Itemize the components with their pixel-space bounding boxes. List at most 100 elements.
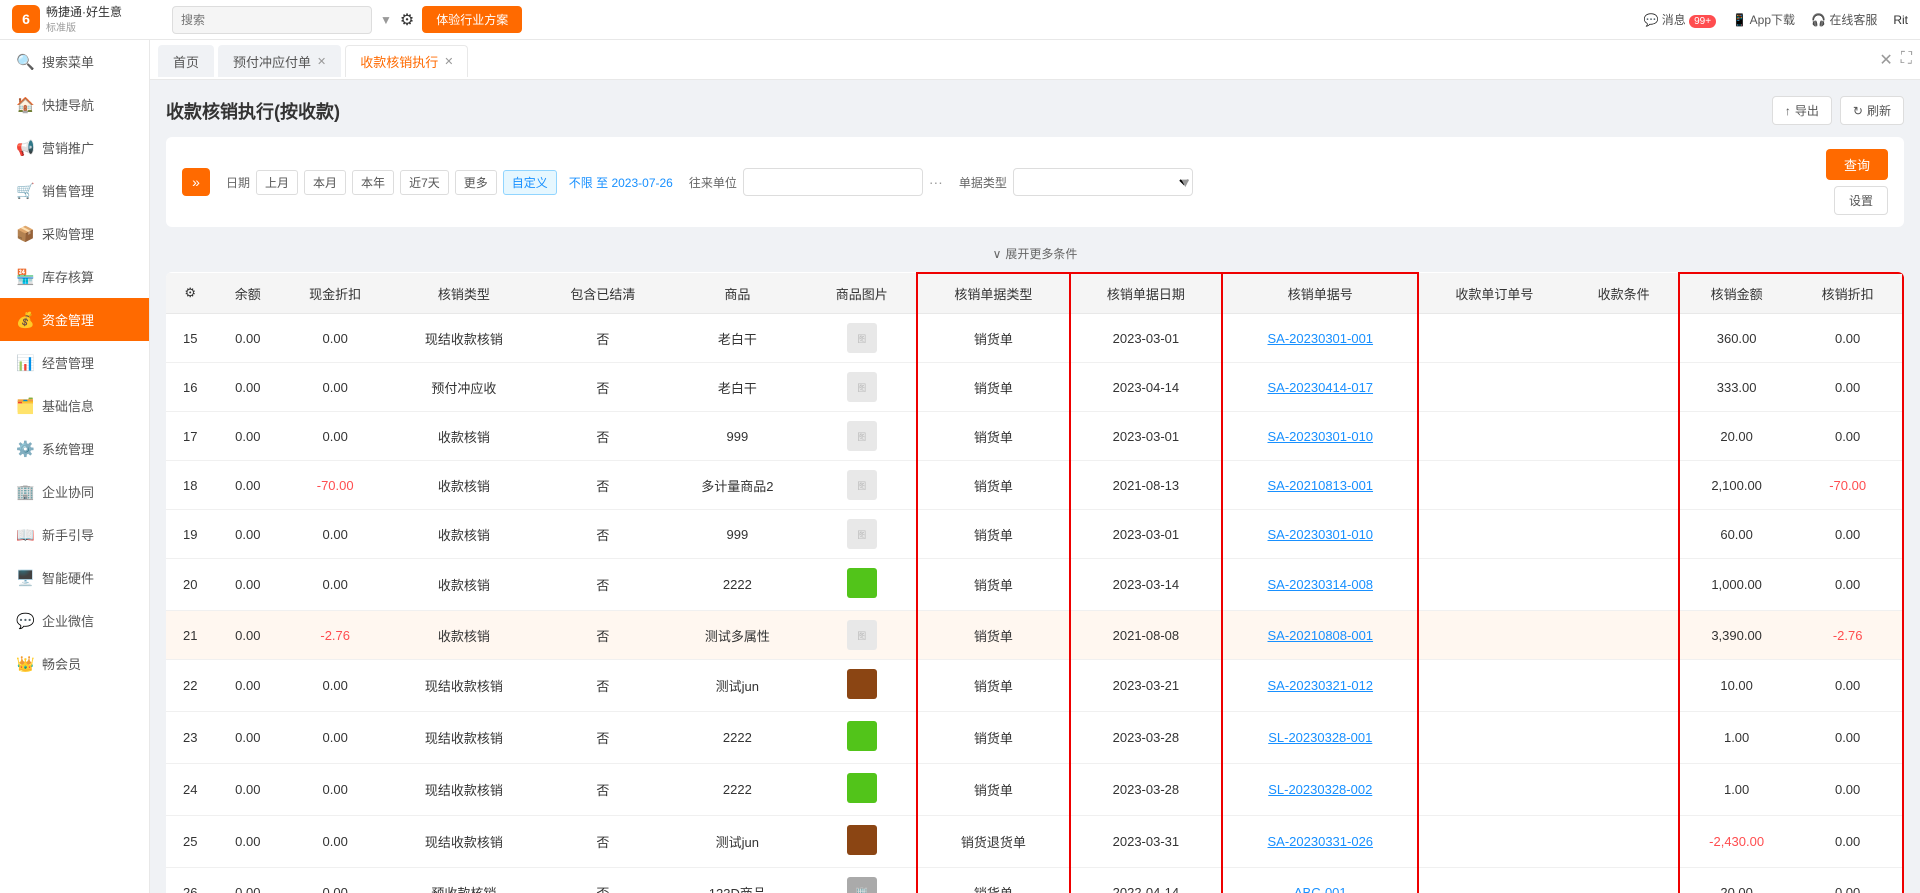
sidebar-item-finance[interactable]: 💰 资金管理 bbox=[0, 298, 149, 341]
cell-bill-type: 销货单 bbox=[917, 363, 1070, 412]
search-input[interactable] bbox=[172, 6, 372, 34]
cell-verify-amount: 20.00 bbox=[1679, 868, 1793, 893]
th-settings[interactable]: ⚙ bbox=[166, 273, 214, 314]
cell-product: 多计量商品2 bbox=[667, 461, 807, 510]
date-btn-last-month[interactable]: 上月 bbox=[256, 170, 298, 195]
sidebar-label-finance: 资金管理 bbox=[42, 310, 94, 329]
cell-verify-type: 收款核销 bbox=[389, 510, 538, 559]
cell-bill-type: 销货单 bbox=[917, 868, 1070, 893]
tab-home[interactable]: 首页 bbox=[158, 45, 214, 77]
cell-product-image: 图 bbox=[807, 314, 917, 363]
sidebar: 🔍 搜索菜单 🏠 快捷导航 📢 营销推广 🛒 销售管理 📦 采购管理 🏪 库存核… bbox=[0, 40, 150, 893]
logo-sub: 标准版 bbox=[46, 19, 122, 34]
cell-bill-no: SA-20230314-008 bbox=[1222, 559, 1418, 611]
sidebar-item-operation[interactable]: 📊 经营管理 bbox=[0, 341, 149, 384]
date-btn-custom[interactable]: 自定义 bbox=[503, 170, 557, 195]
cell-bill-no: SL-20230328-001 bbox=[1222, 712, 1418, 764]
cell-bill-type: 销货单 bbox=[917, 559, 1070, 611]
enterprise-icon: 🏢 bbox=[16, 483, 34, 501]
sidebar-item-purchase[interactable]: 📦 采购管理 bbox=[0, 212, 149, 255]
partner-input[interactable] bbox=[743, 168, 923, 196]
cell-no: 18 bbox=[166, 461, 214, 510]
sidebar-item-sales[interactable]: 🛒 销售管理 bbox=[0, 169, 149, 212]
cell-cash-discount: 0.00 bbox=[281, 868, 389, 893]
industry-btn[interactable]: 体验行业方案 bbox=[422, 6, 522, 33]
gear-icon[interactable]: ⚙ bbox=[400, 10, 414, 30]
cell-product: 测试多属性 bbox=[667, 611, 807, 660]
tab-prepaid[interactable]: 预付冲应付单 ✕ bbox=[218, 45, 341, 77]
sidebar-item-enterprise[interactable]: 🏢 企业协同 bbox=[0, 470, 149, 513]
filter-expand-btn[interactable]: » bbox=[182, 168, 210, 196]
cell-verify-discount: 0.00 bbox=[1793, 868, 1903, 893]
cell-receipt-condition bbox=[1569, 510, 1679, 559]
online-service-btn[interactable]: 🎧 在线客服 bbox=[1811, 11, 1877, 28]
refresh-btn[interactable]: ↻ 刷新 bbox=[1840, 96, 1904, 125]
sidebar-item-hardware[interactable]: 🖥️ 智能硬件 bbox=[0, 556, 149, 599]
query-btn[interactable]: 查询 bbox=[1826, 149, 1888, 180]
sidebar-item-wechat[interactable]: 💬 企业微信 bbox=[0, 599, 149, 642]
sidebar-item-guide[interactable]: 📖 新手引导 bbox=[0, 513, 149, 556]
sidebar-label-enterprise: 企业协同 bbox=[42, 482, 94, 501]
th-bill-date: 核销单据日期 bbox=[1070, 273, 1223, 314]
table-row: 26 0.00 0.00 预收款核销 否 123D商品 🏢 销货单 2022-0… bbox=[166, 868, 1903, 893]
cell-included-cleared: 否 bbox=[539, 363, 668, 412]
cell-bill-no: SA-20230321-012 bbox=[1222, 660, 1418, 712]
cell-product-image: 图 bbox=[807, 510, 917, 559]
app-download-btn[interactable]: 📱 App下载 bbox=[1732, 11, 1795, 28]
cell-product: 老白干 bbox=[667, 314, 807, 363]
cell-receipt-condition bbox=[1569, 868, 1679, 893]
cell-verify-amount: 333.00 bbox=[1679, 363, 1793, 412]
cell-bill-no: SA-20230331-026 bbox=[1222, 816, 1418, 868]
cell-receipt-order bbox=[1418, 712, 1569, 764]
cell-receipt-order bbox=[1418, 461, 1569, 510]
date-btn-this-year[interactable]: 本年 bbox=[352, 170, 394, 195]
maximize-icon[interactable]: ⛶ bbox=[1901, 50, 1912, 70]
sidebar-item-member[interactable]: 👑 畅会员 bbox=[0, 642, 149, 685]
sidebar-item-quick-nav[interactable]: 🏠 快捷导航 bbox=[0, 83, 149, 126]
logo: 6 畅捷通·好生意 标准版 bbox=[12, 5, 162, 34]
sidebar-item-inventory[interactable]: 🏪 库存核算 bbox=[0, 255, 149, 298]
bill-type-select[interactable] bbox=[1013, 168, 1193, 196]
message-btn[interactable]: 💬 消息 99+ bbox=[1643, 11, 1716, 28]
setting-btn[interactable]: 设置 bbox=[1834, 186, 1888, 215]
sidebar-item-search[interactable]: 🔍 搜索菜单 bbox=[0, 40, 149, 83]
cell-included-cleared: 否 bbox=[539, 712, 668, 764]
guide-icon: 📖 bbox=[16, 526, 34, 544]
tab-prepaid-close[interactable]: ✕ bbox=[317, 55, 326, 68]
cell-balance: 0.00 bbox=[214, 712, 281, 764]
sidebar-item-system[interactable]: ⚙️ 系统管理 bbox=[0, 427, 149, 470]
cell-balance: 0.00 bbox=[214, 611, 281, 660]
member-icon: 👑 bbox=[16, 655, 34, 673]
expand-more-btn[interactable]: ∨ 展开更多条件 bbox=[166, 239, 1904, 268]
cell-receipt-order bbox=[1418, 510, 1569, 559]
date-btn-this-month[interactable]: 本月 bbox=[304, 170, 346, 195]
tab-bar-controls: ✕ ⛶ bbox=[1879, 50, 1912, 70]
th-verify-type: 核销类型 bbox=[389, 273, 538, 314]
cell-bill-date: 2022-04-14 bbox=[1070, 868, 1223, 893]
export-btn[interactable]: ↑ 导出 bbox=[1772, 96, 1832, 125]
wechat-icon: 💬 bbox=[16, 612, 34, 630]
sidebar-label-member: 畅会员 bbox=[42, 654, 81, 673]
date-btn-7days[interactable]: 近7天 bbox=[400, 170, 449, 195]
sidebar-item-marketing[interactable]: 📢 营销推广 bbox=[0, 126, 149, 169]
cell-bill-type: 销货单 bbox=[917, 461, 1070, 510]
sidebar-item-basic[interactable]: 🗂️ 基础信息 bbox=[0, 384, 149, 427]
cell-bill-type: 销货单 bbox=[917, 314, 1070, 363]
table-row: 18 0.00 -70.00 收款核销 否 多计量商品2 图 销货单 2021-… bbox=[166, 461, 1903, 510]
cell-bill-type: 销货单 bbox=[917, 510, 1070, 559]
data-table-container: ⚙ 余额 现金折扣 核销类型 包含已结清 商品 商品图片 核销单据类型 核销单据… bbox=[166, 272, 1904, 893]
tab-receipt-verify-close[interactable]: ✕ bbox=[444, 55, 453, 68]
cell-cash-discount: 0.00 bbox=[281, 712, 389, 764]
cell-bill-date: 2023-03-01 bbox=[1070, 412, 1223, 461]
partner-more-icon[interactable]: ··· bbox=[929, 174, 943, 190]
cell-no: 21 bbox=[166, 611, 214, 660]
date-btn-more[interactable]: 更多 bbox=[455, 170, 497, 195]
th-verify-amount: 核销金额 bbox=[1679, 273, 1793, 314]
tab-receipt-verify[interactable]: 收款核销执行 ✕ bbox=[345, 45, 468, 77]
partner-label: 往来单位 bbox=[689, 174, 737, 191]
cell-balance: 0.00 bbox=[214, 868, 281, 893]
cell-no: 26 bbox=[166, 868, 214, 893]
cell-bill-date: 2021-08-08 bbox=[1070, 611, 1223, 660]
close-window-icon[interactable]: ✕ bbox=[1879, 50, 1892, 70]
cell-balance: 0.00 bbox=[214, 816, 281, 868]
